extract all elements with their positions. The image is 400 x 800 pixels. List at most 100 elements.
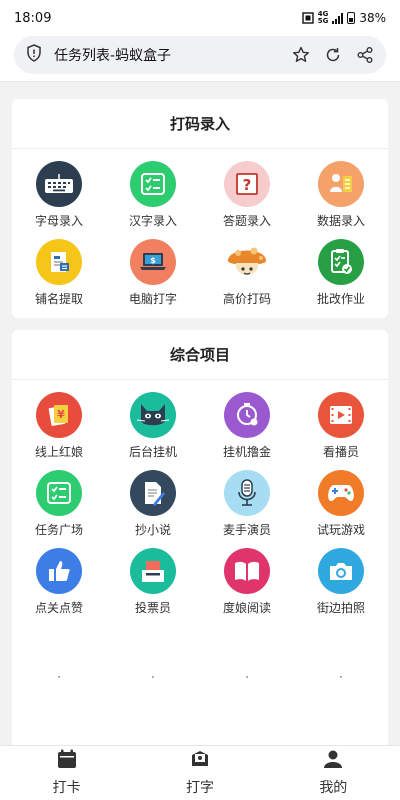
task-item[interactable]: 汉字录入 bbox=[106, 161, 200, 239]
task-item[interactable]: 麦手演员 bbox=[200, 470, 294, 548]
section-title: 打码录入 bbox=[12, 99, 388, 149]
pen-document-icon bbox=[130, 470, 176, 516]
task-label: 线上红娘 bbox=[34, 445, 83, 459]
task-label: 街边拍照 bbox=[316, 601, 365, 615]
task-item[interactable]: 投票员 bbox=[106, 548, 200, 626]
keyboard-icon bbox=[36, 161, 82, 207]
timer-icon bbox=[224, 392, 270, 438]
task-item[interactable]: 数据录入 bbox=[294, 161, 388, 239]
refresh-icon[interactable] bbox=[324, 46, 342, 64]
cat-icon bbox=[130, 392, 176, 438]
network-type: 4G 5G bbox=[317, 10, 329, 25]
typing-icon bbox=[190, 749, 210, 773]
calendar-icon bbox=[57, 749, 77, 773]
nav-label: 打字 bbox=[185, 780, 214, 796]
section-card-general: 综合项目 ¥ 线上红娘 后台挂机 挂机撸金 看播员 任务广场 抄小说 麦手演员 … bbox=[12, 330, 388, 626]
nav-label: 打卡 bbox=[52, 780, 81, 796]
task-item[interactable]: 铺名提取 bbox=[12, 239, 106, 317]
task-label: 数据录入 bbox=[316, 214, 365, 228]
task-label: 麦手演员 bbox=[222, 523, 271, 537]
task-item[interactable]: 看播员 bbox=[294, 392, 388, 470]
task-item[interactable]: 试玩游戏 bbox=[294, 470, 388, 548]
bottom-nav: 打卡 打字 我的 bbox=[0, 745, 400, 800]
page-title[interactable]: 任务列表-蚂蚁盒子 bbox=[54, 45, 292, 65]
status-time: 18:09 bbox=[14, 10, 52, 26]
status-indicators: 4G 5G 38% bbox=[302, 11, 386, 25]
microphone-icon bbox=[224, 470, 270, 516]
question-icon: ? bbox=[224, 161, 270, 207]
task-item[interactable]: 点关点赞 bbox=[12, 548, 106, 626]
loading-dots bbox=[12, 676, 388, 678]
section-card-typing: 打码录入 字母录入 汉字录入 ? 答题录入 数据录入 铺名提取 $ 电脑打字 高… bbox=[12, 99, 388, 318]
shield-icon[interactable] bbox=[26, 44, 42, 66]
thumbs-up-icon bbox=[36, 548, 82, 594]
task-label: 点关点赞 bbox=[34, 601, 83, 615]
task-label: 抄小说 bbox=[134, 523, 171, 537]
battery-level: 38% bbox=[359, 11, 386, 25]
task-label: 电脑打字 bbox=[128, 292, 177, 306]
task-item[interactable]: 后台挂机 bbox=[106, 392, 200, 470]
task-item[interactable]: 挂机撸金 bbox=[200, 392, 294, 470]
task-label: 度娘阅读 bbox=[222, 601, 271, 615]
book-icon bbox=[224, 548, 270, 594]
star-icon[interactable] bbox=[292, 46, 310, 64]
content-background bbox=[12, 616, 388, 746]
browser-toolbar: 任务列表-蚂蚁盒子 bbox=[0, 36, 400, 82]
battery-icon bbox=[347, 12, 356, 24]
task-item[interactable]: ? 答题录入 bbox=[200, 161, 294, 239]
task-grid: ¥ 线上红娘 后台挂机 挂机撸金 看播员 任务广场 抄小说 麦手演员 试玩游戏 … bbox=[12, 380, 388, 626]
task-label: 挂机撸金 bbox=[222, 445, 271, 459]
task-grid: 字母录入 汉字录入 ? 答题录入 数据录入 铺名提取 $ 电脑打字 高价打码 批… bbox=[12, 149, 388, 317]
red-envelope-icon: ¥ bbox=[36, 392, 82, 438]
task-item[interactable]: 批改作业 bbox=[294, 239, 388, 317]
task-label: 汉字录入 bbox=[128, 214, 177, 228]
task-item[interactable]: 字母录入 bbox=[12, 161, 106, 239]
task-item[interactable]: 街边拍照 bbox=[294, 548, 388, 626]
mushroom-icon bbox=[224, 239, 270, 285]
task-item[interactable]: 度娘阅读 bbox=[200, 548, 294, 626]
task-label: 答题录入 bbox=[222, 214, 271, 228]
ballot-icon bbox=[130, 548, 176, 594]
task-item[interactable]: ¥ 线上红娘 bbox=[12, 392, 106, 470]
svg-text:?: ? bbox=[243, 176, 252, 194]
task-label: 任务广场 bbox=[34, 523, 83, 537]
checklist-icon bbox=[130, 161, 176, 207]
dot bbox=[152, 676, 154, 678]
address-bar[interactable]: 任务列表-蚂蚁盒子 bbox=[14, 36, 386, 74]
nav-item-checkin[interactable]: 打卡 bbox=[22, 749, 112, 797]
task-label: 高价打码 bbox=[222, 292, 271, 306]
camera-icon bbox=[318, 548, 364, 594]
dot bbox=[246, 676, 248, 678]
user-icon bbox=[323, 749, 343, 773]
task-label: 批改作业 bbox=[316, 292, 365, 306]
document-extract-icon bbox=[36, 239, 82, 285]
video-icon bbox=[318, 392, 364, 438]
task-label: 看播员 bbox=[322, 445, 359, 459]
task-label: 铺名提取 bbox=[34, 292, 83, 306]
svg-text:¥: ¥ bbox=[57, 408, 65, 421]
svg-text:$: $ bbox=[150, 256, 156, 265]
section-title: 综合项目 bbox=[12, 330, 388, 380]
nfc-icon bbox=[302, 12, 314, 24]
nav-label: 我的 bbox=[319, 780, 348, 796]
clipboard-check-icon bbox=[318, 239, 364, 285]
dot bbox=[58, 676, 60, 678]
data-entry-icon bbox=[318, 161, 364, 207]
task-label: 字母录入 bbox=[34, 214, 83, 228]
task-label: 试玩游戏 bbox=[316, 523, 365, 537]
task-item[interactable]: $ 电脑打字 bbox=[106, 239, 200, 317]
task-item[interactable]: 高价打码 bbox=[200, 239, 294, 317]
share-icon[interactable] bbox=[356, 46, 374, 64]
nav-item-mine[interactable]: 我的 bbox=[288, 749, 378, 797]
dot bbox=[340, 676, 342, 678]
gamepad-icon bbox=[318, 470, 364, 516]
nav-item-typing[interactable]: 打字 bbox=[155, 749, 245, 797]
task-item[interactable]: 抄小说 bbox=[106, 470, 200, 548]
laptop-icon: $ bbox=[130, 239, 176, 285]
task-label: 后台挂机 bbox=[128, 445, 177, 459]
task-list-icon bbox=[36, 470, 82, 516]
status-bar: 18:09 4G 5G 38% bbox=[0, 0, 400, 36]
signal-icon bbox=[332, 12, 344, 24]
task-label: 投票员 bbox=[134, 601, 171, 615]
task-item[interactable]: 任务广场 bbox=[12, 470, 106, 548]
